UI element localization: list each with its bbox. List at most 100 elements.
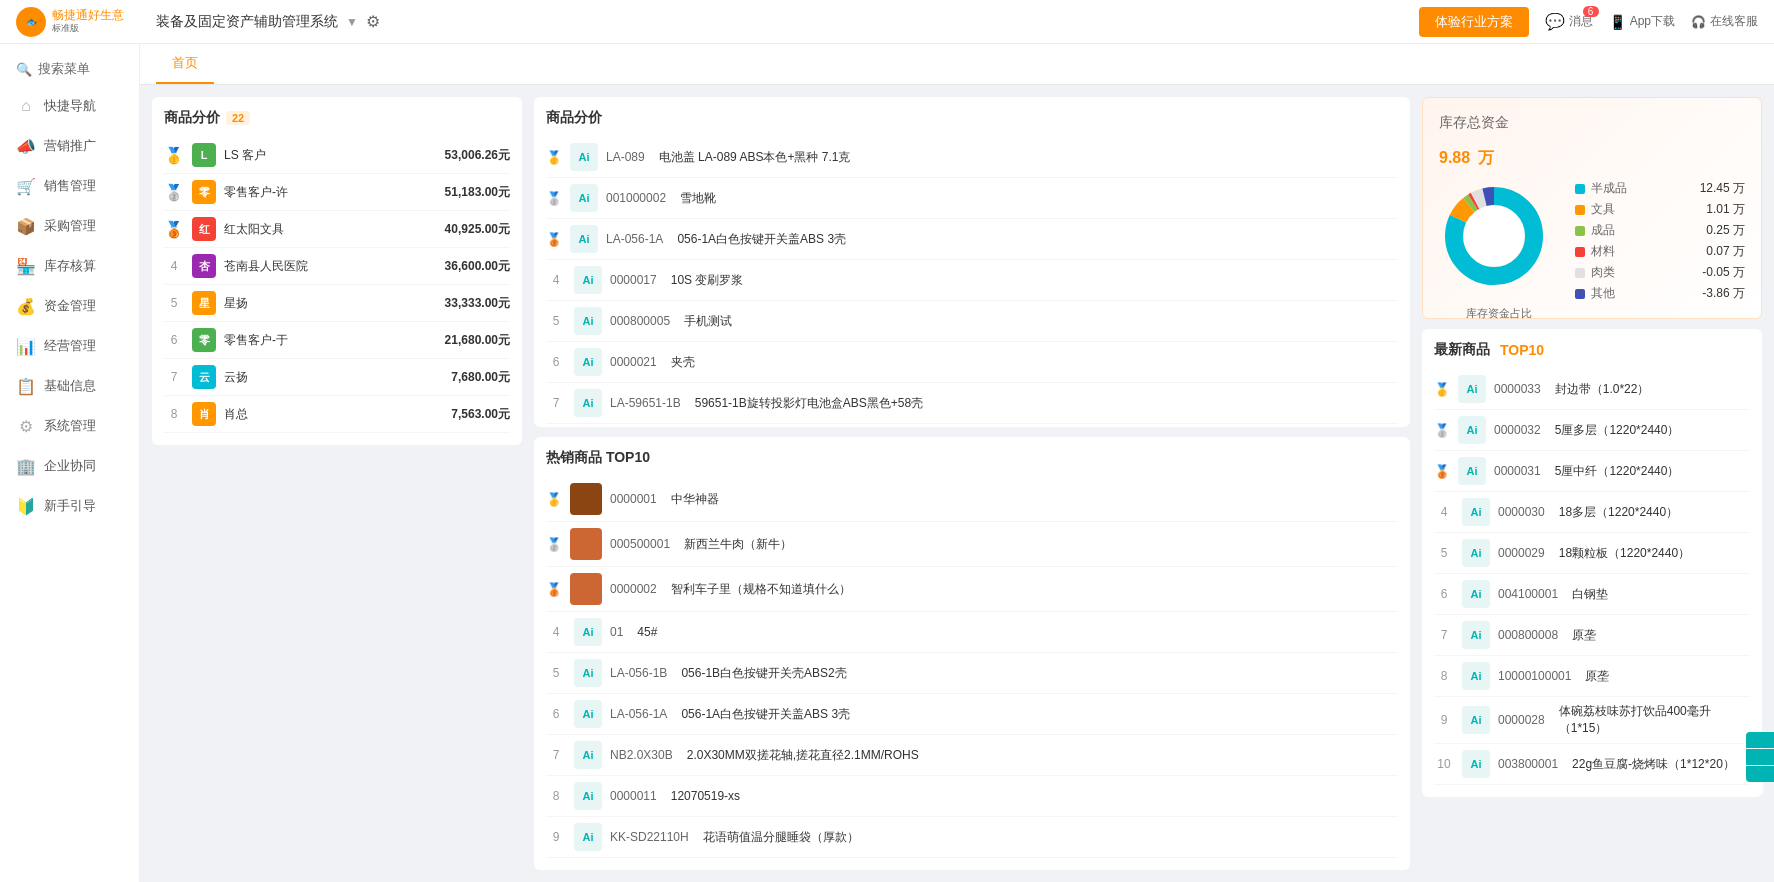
cs-live-button[interactable]: 直播	[1746, 766, 1774, 782]
product-code: 0000029	[1498, 546, 1545, 560]
sidebar-item-mkt[interactable]: 📣 营销推广	[0, 126, 139, 166]
sidebar-item-guide[interactable]: 🔰 新手引导	[0, 486, 139, 526]
cart-icon: 🛒	[16, 176, 36, 196]
legend-item: 材料 0.07 万	[1575, 243, 1745, 260]
product-name: 10S 变刷罗浆	[671, 272, 1398, 289]
gold-medal-icon: 🥇	[546, 492, 562, 507]
legend-dot	[1575, 289, 1585, 299]
hot-products-card: 热销商品 TOP10 🥇 0000001 中华神器 🥈 000500001 新西…	[534, 437, 1410, 870]
customer-value: 51,183.00元	[445, 184, 510, 201]
cs-community-button[interactable]: 服务社区	[1746, 749, 1774, 765]
hot-goods-item: 🥇 Ai LA-089 电池盖 LA-089 ABS本色+黑种 7.1克	[546, 137, 1398, 178]
sidebar-item-purchase[interactable]: 📦 采购管理	[0, 206, 139, 246]
trial-button[interactable]: 体验行业方案	[1419, 7, 1529, 37]
product-name: 电池盖 LA-089 ABS本色+黑种 7.1克	[659, 149, 1398, 166]
search-menu[interactable]: 🔍 搜索菜单	[0, 52, 139, 86]
product-icon: Ai	[1462, 750, 1490, 778]
hot-goods-title: 商品分价	[546, 109, 1398, 127]
hot-goods-item: 4 Ai 0000017 10S 变刷罗浆	[546, 260, 1398, 301]
customer-ranking-title: 商品分价 22	[164, 109, 510, 127]
chevron-down-icon: ▼	[346, 15, 358, 29]
legend-name: 成品	[1591, 222, 1700, 239]
legend-name: 材料	[1591, 243, 1700, 260]
sidebar-item-sys[interactable]: ⚙ 系统管理	[0, 406, 139, 446]
silver-medal-icon: 🥈	[1434, 423, 1450, 438]
mid-panel: 商品分价 🥇 Ai LA-089 电池盖 LA-089 ABS本色+黑种 7.1…	[534, 97, 1410, 870]
customer-name: 零售客户-于	[224, 332, 437, 349]
rank-number: 6	[546, 355, 566, 369]
product-code: LA-056-1B	[610, 666, 667, 680]
building-icon: 🏢	[16, 456, 36, 476]
product-name: 花语萌值温分腿睡袋（厚款）	[703, 829, 1398, 846]
clipboard-icon: 📋	[16, 376, 36, 396]
sidebar: 🔍 搜索菜单 ⌂ 快捷导航 📣 营销推广 🛒 销售管理 📦 采购管理 🏪 库存核…	[0, 44, 140, 882]
sidebar-item-finance[interactable]: 💰 资金管理	[0, 286, 139, 326]
product-code: 10000100001	[1498, 669, 1571, 683]
messages-button[interactable]: 💬 消息 6	[1545, 12, 1593, 31]
sidebar-item-sale[interactable]: 🛒 销售管理	[0, 166, 139, 206]
bronze-medal-icon: 🥉	[164, 220, 184, 239]
customer-value: 7,563.00元	[451, 406, 510, 423]
new-product-item: 7 Ai 000800008 原垄	[1434, 615, 1750, 656]
legend-value: -0.05 万	[1702, 264, 1745, 281]
system-selector[interactable]: 装备及固定资产辅助管理系统 ▼ ⚙	[156, 12, 1419, 31]
hot-product-item: 4 Ai 01 45#	[546, 612, 1398, 653]
customer-value: 53,006.26元	[445, 147, 510, 164]
product-code: 000500001	[610, 537, 670, 551]
new-product-item: 6 Ai 004100001 白钢垫	[1434, 574, 1750, 615]
home-icon: ⌂	[16, 96, 36, 116]
hot-product-item: 5 Ai LA-056-1B 056-1B白色按键开关壳ABS2壳	[546, 653, 1398, 694]
new-product-item: 4 Ai 0000030 18多层（1220*2440）	[1434, 492, 1750, 533]
rank-number: 7	[1434, 628, 1454, 642]
legend-item: 半成品 12.45 万	[1575, 180, 1745, 197]
legend-value: -3.86 万	[1702, 285, 1745, 302]
rank-item: 8 肖 肖总 7,563.00元	[164, 396, 510, 433]
product-name: 5厘多层（1220*2440）	[1555, 422, 1750, 439]
logo-text: 畅捷通好生意 标准版	[52, 8, 124, 35]
sidebar-item-base[interactable]: 📋 基础信息	[0, 366, 139, 406]
new-products-title: 最新商品 TOP10	[1434, 341, 1750, 359]
rank-number: 9	[1434, 713, 1454, 727]
inventory-card: 库存总资金 9.88 万 库存资金占比	[1422, 97, 1762, 319]
box-icon: 📦	[16, 216, 36, 236]
inventory-title: 库存总资金	[1439, 114, 1745, 132]
product-code: LA-056-1A	[610, 707, 667, 721]
sidebar-item-stock[interactable]: 🏪 库存核算	[0, 246, 139, 286]
product-icon: Ai	[1462, 706, 1490, 734]
product-code: 004100001	[1498, 587, 1558, 601]
right-panel: 库存总资金 9.88 万 库存资金占比	[1422, 97, 1762, 870]
product-code: 000800008	[1498, 628, 1558, 642]
cs-hotline-button[interactable]: 客服热线	[1746, 732, 1774, 748]
app-download-button[interactable]: 📱 App下载	[1609, 13, 1675, 30]
sidebar-item-home[interactable]: ⌂ 快捷导航	[0, 86, 139, 126]
product-code: 0000017	[610, 273, 657, 287]
silver-medal-icon: 🥈	[164, 183, 184, 202]
gold-medal-icon: 🥇	[1434, 382, 1450, 397]
rank-number: 7	[546, 748, 566, 762]
rank-number: 5	[546, 666, 566, 680]
product-name: 手机测试	[684, 313, 1398, 330]
product-icon: Ai	[1458, 375, 1486, 403]
sidebar-item-corp[interactable]: 🏢 企业协同	[0, 446, 139, 486]
product-icon: Ai	[574, 389, 602, 417]
customer-rank-list: 🥇 L LS 客户 53,006.26元 🥈 零 零售客户-许 51,183.0…	[164, 137, 510, 433]
legend: 半成品 12.45 万 文具 1.01 万 成品 0.25 万 材料 0.07 …	[1575, 180, 1745, 302]
sidebar-item-ops[interactable]: 📊 经营管理	[0, 326, 139, 366]
header-actions: 体验行业方案 💬 消息 6 📱 App下载 🎧 在线客服	[1419, 7, 1758, 37]
rank-number: 7	[546, 396, 566, 410]
rank-number: 5	[546, 314, 566, 328]
product-code: 0000011	[610, 789, 657, 803]
product-name: 056-1A白色按键开关盖ABS 3壳	[677, 231, 1398, 248]
product-name: 18多层（1220*2440）	[1559, 504, 1750, 521]
settings-icon: ⚙	[16, 416, 36, 436]
avatar: 肖	[192, 402, 216, 426]
product-code: NB2.0X30B	[610, 748, 673, 762]
product-code: LA-59651-1B	[610, 396, 681, 410]
new-product-item: 9 Ai 0000028 体碗荔枝味苏打饮品400毫升（1*15）	[1434, 697, 1750, 744]
online-service-button[interactable]: 🎧 在线客服	[1691, 13, 1758, 30]
legend-name: 半成品	[1591, 180, 1694, 197]
legend-dot	[1575, 226, 1585, 236]
rank-number: 8	[1434, 669, 1454, 683]
gear-icon[interactable]: ⚙	[366, 12, 380, 31]
tab-home[interactable]: 首页	[156, 44, 214, 84]
